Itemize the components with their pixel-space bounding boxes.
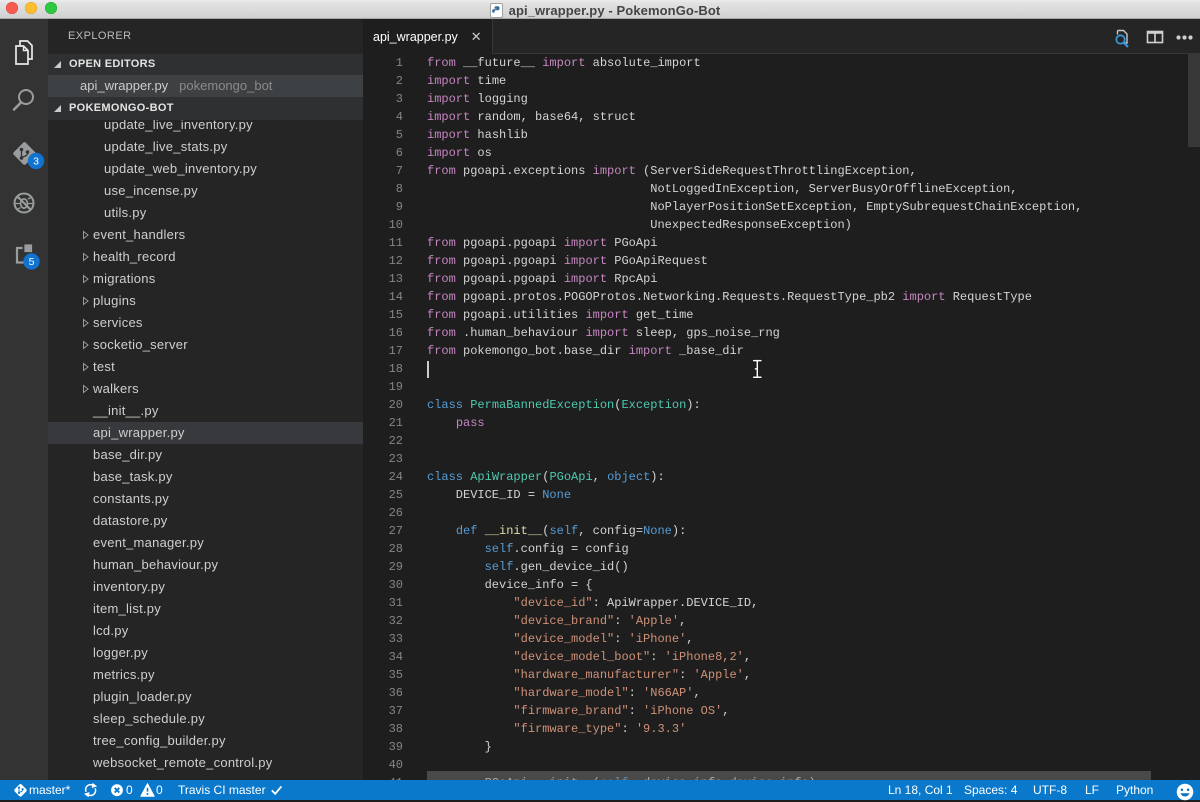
svg-text:3: 3	[33, 156, 39, 168]
svg-text:5: 5	[29, 256, 35, 268]
